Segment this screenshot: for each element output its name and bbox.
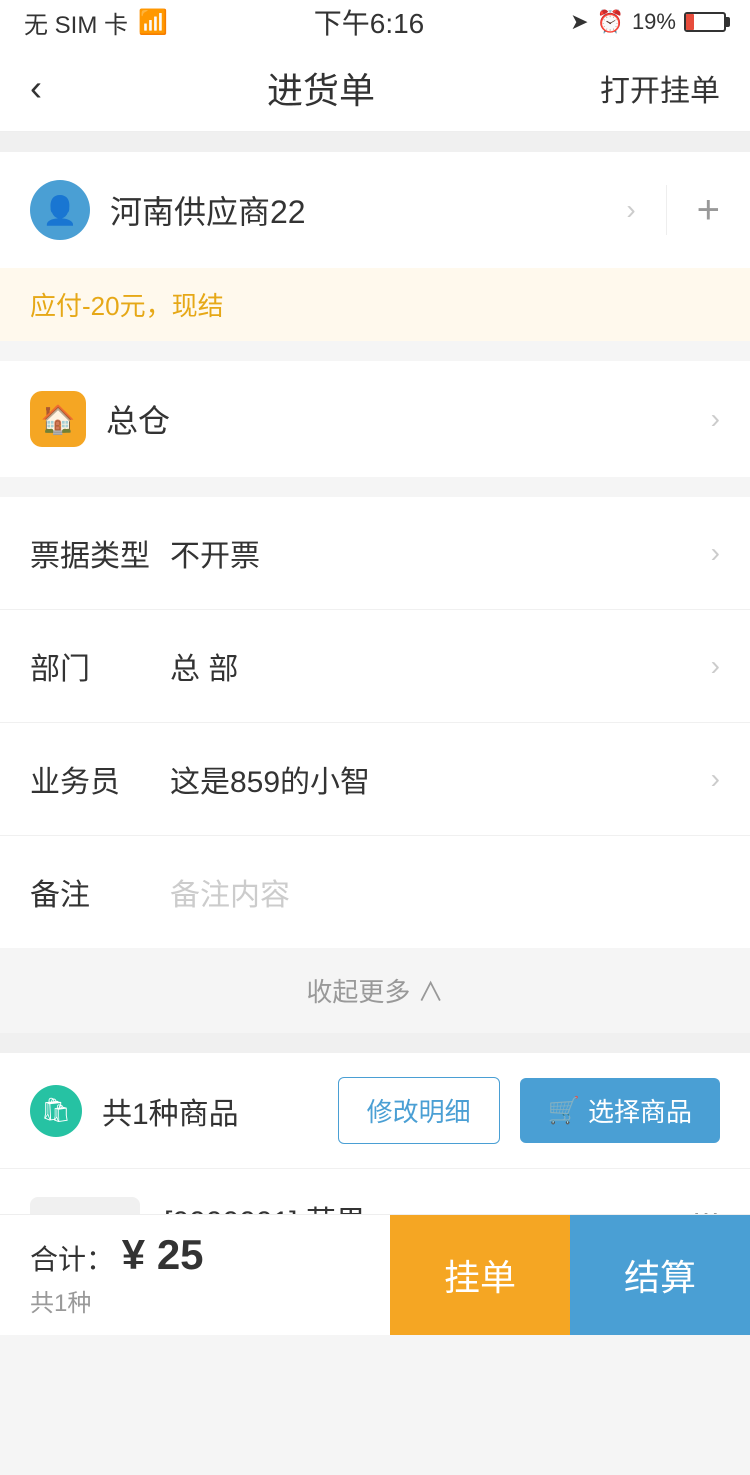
notice-bar: 应付-20元，现结 — [0, 268, 750, 341]
collapse-label: 收起更多 ∧ — [306, 977, 443, 1007]
salesman-label: 业务员 — [30, 757, 170, 801]
notice-text: 应付-20元，现结 — [30, 291, 224, 321]
home-icon: 🏠 — [41, 403, 76, 436]
salesman-chevron-icon: › — [711, 763, 720, 795]
battery-level: 19% — [632, 9, 676, 35]
back-button[interactable]: ‹ — [30, 67, 42, 109]
invoice-row[interactable]: 票据类型 不开票 › — [0, 497, 750, 610]
remark-row[interactable]: 备注 备注内容 — [0, 836, 750, 948]
invoice-value: 不开票 — [170, 531, 711, 575]
supplier-row[interactable]: 👤 河南供应商22 › + — [0, 152, 750, 268]
page-title: 进货单 — [267, 62, 375, 114]
dept-row[interactable]: 部门 总 部 › — [0, 610, 750, 723]
alarm-icon: ⏰ — [597, 9, 624, 35]
products-count: 共1种商品 — [102, 1089, 318, 1133]
total-amount: ¥ 25 — [122, 1231, 204, 1278]
nav-bar: ‹ 进货单 打开挂单 — [0, 44, 750, 132]
select-product-button[interactable]: 🛒 选择商品 — [520, 1078, 720, 1143]
total-section: 合计： ¥ 25 共1种 — [0, 1231, 390, 1318]
supplier-name: 河南供应商22 — [110, 187, 626, 233]
salesman-value: 这是859的小智 — [170, 757, 711, 801]
settle-button[interactable]: 结算 — [570, 1215, 750, 1335]
warehouse-name: 总仓 — [106, 396, 711, 442]
location-icon: ➤ — [570, 9, 588, 35]
person-icon: 👤 — [43, 194, 78, 227]
invoice-chevron-icon: › — [711, 537, 720, 569]
add-supplier-button[interactable]: + — [697, 188, 720, 233]
hang-button[interactable]: 挂单 — [390, 1215, 570, 1335]
salesman-row[interactable]: 业务员 这是859的小智 › — [0, 723, 750, 836]
divider — [666, 185, 667, 235]
status-bar: 无 SIM 卡 📶 下午6:16 ➤ ⏰ 19% — [0, 0, 750, 44]
collapse-bar[interactable]: 收起更多 ∧ — [0, 948, 750, 1033]
supplier-section: 👤 河南供应商22 › + 应付-20元，现结 — [0, 152, 750, 341]
warehouse-section: 🏠 总仓 › — [0, 361, 750, 477]
dept-chevron-icon: › — [711, 650, 720, 682]
bottom-bar: 合计： ¥ 25 共1种 挂单 结算 — [0, 1214, 750, 1334]
supplier-avatar: 👤 — [30, 180, 90, 240]
edit-detail-button[interactable]: 修改明细 — [338, 1077, 500, 1144]
warehouse-row[interactable]: 🏠 总仓 › — [0, 361, 750, 477]
products-icon: 🛍 — [30, 1085, 82, 1137]
supplier-actions: › + — [626, 185, 720, 235]
status-time: 下午6:16 — [314, 2, 425, 42]
total-row: 合计： ¥ 25 — [30, 1231, 360, 1279]
total-label: 合计： — [30, 1244, 114, 1275]
dept-label: 部门 — [30, 644, 170, 688]
supplier-chevron-icon: › — [626, 194, 635, 226]
battery-icon — [684, 12, 726, 32]
section-gap-2 — [0, 1033, 750, 1053]
total-count: 共1种 — [30, 1283, 360, 1318]
wifi-icon: 📶 — [138, 8, 168, 37]
warehouse-icon: 🏠 — [30, 391, 86, 447]
open-hang-button[interactable]: 打开挂单 — [600, 66, 720, 110]
section-gap-1 — [0, 132, 750, 152]
status-right: ➤ ⏰ 19% — [570, 9, 726, 35]
cart-icon: 🛒 — [548, 1095, 580, 1126]
products-header: 🛍 共1种商品 修改明细 🛒 选择商品 — [0, 1053, 750, 1168]
bag-icon: 🛍 — [41, 1096, 71, 1125]
status-carrier: 无 SIM 卡 📶 — [24, 5, 168, 40]
dept-value: 总 部 — [170, 644, 711, 688]
remark-label: 备注 — [30, 870, 170, 914]
form-section: 票据类型 不开票 › 部门 总 部 › 业务员 这是859的小智 › 备注 备注… — [0, 497, 750, 948]
warehouse-chevron-icon: › — [711, 403, 720, 435]
invoice-label: 票据类型 — [30, 531, 170, 575]
remark-input[interactable]: 备注内容 — [170, 870, 720, 914]
